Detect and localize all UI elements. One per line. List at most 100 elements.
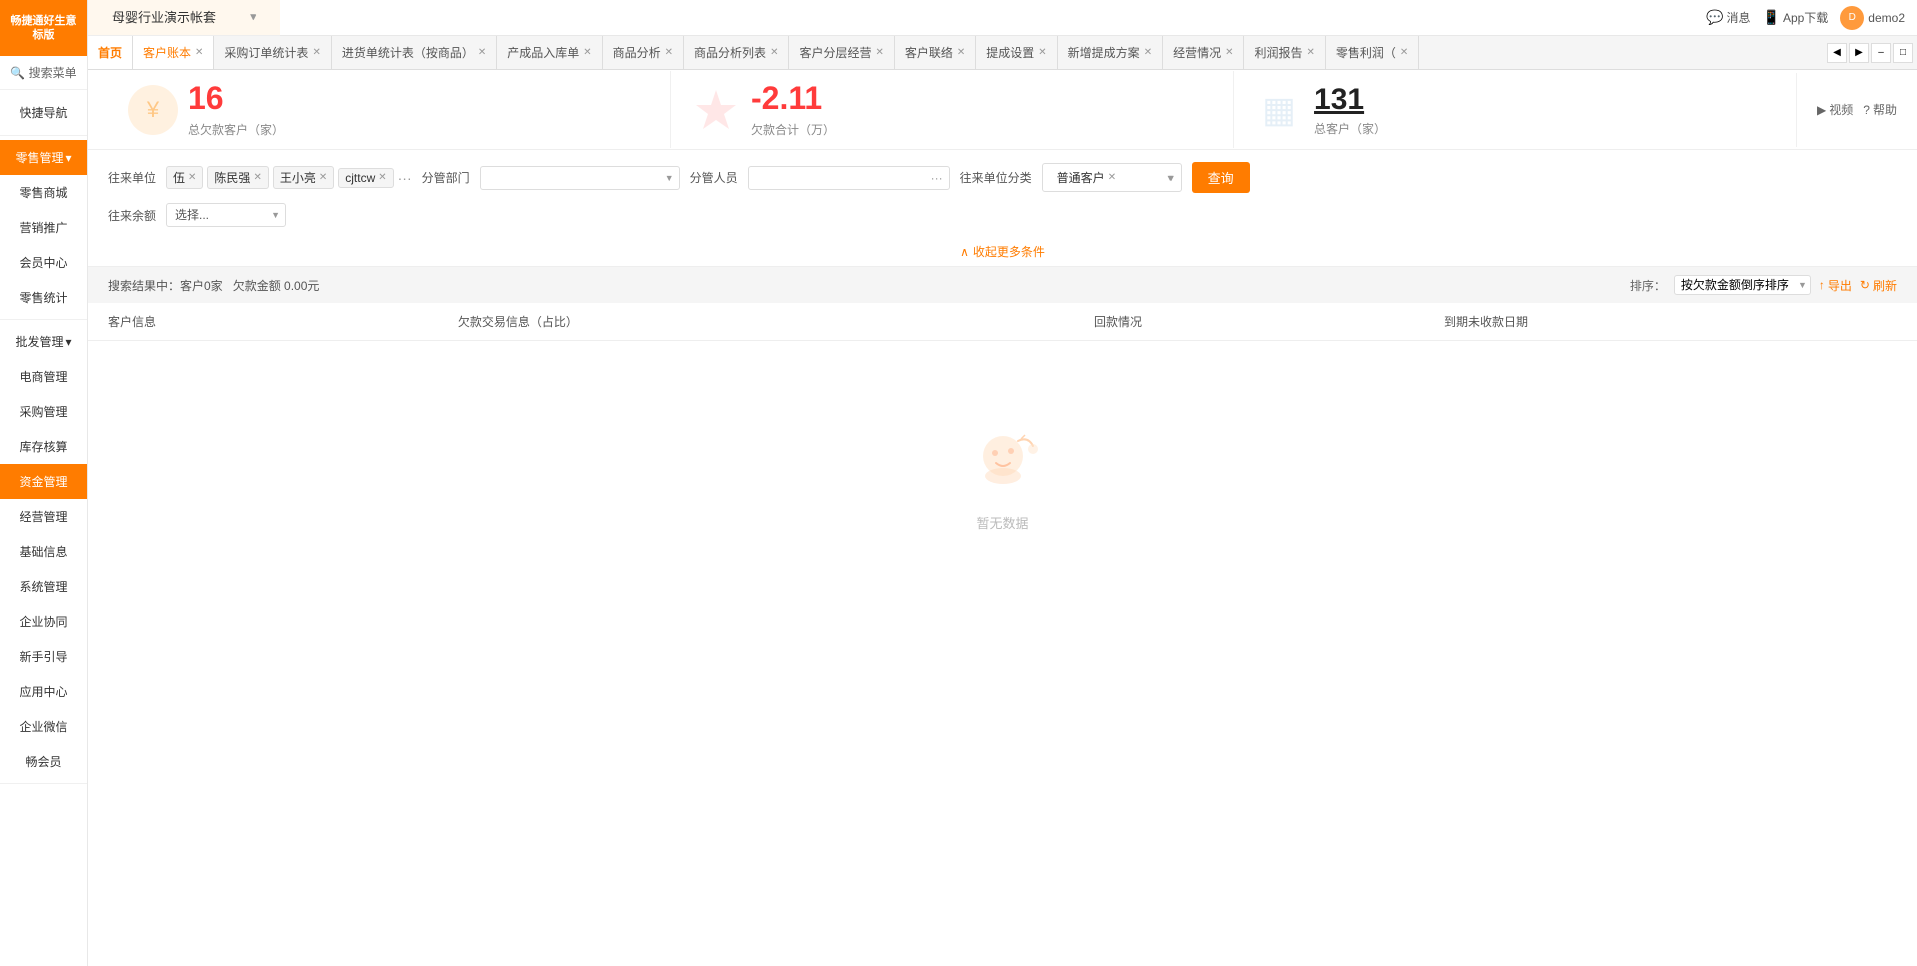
tab-label: 经营情况: [1173, 44, 1221, 61]
user-menu[interactable]: D demo2: [1840, 6, 1905, 30]
tab-close-icon[interactable]: ✕: [770, 47, 778, 58]
question-icon: ?: [1863, 103, 1870, 117]
sidebar-item-purchase[interactable]: 采购管理: [0, 394, 87, 429]
sidebar-item-retail-management[interactable]: 零售管理 ▾: [0, 140, 87, 175]
table-header: 客户信息 欠款交易信息（占比） 回款情况 到期未收款日期: [88, 303, 1917, 341]
filter-tag-close-icon[interactable]: ✕: [319, 172, 327, 183]
unit-category-select[interactable]: 普通客户 ✕ ▼: [1042, 163, 1182, 192]
sidebar-item-enterprise-wechat[interactable]: 企业微信: [0, 709, 87, 744]
message-btn[interactable]: 💬 消息: [1706, 9, 1750, 26]
sidebar-wholesale-section: 批发管理 ▾ 电商管理 采购管理 库存核算 资金管理 经营管理 基础信息 系统管…: [0, 320, 87, 784]
tag-close-icon[interactable]: ✕: [1108, 172, 1116, 183]
stat-bg-icon3: ▦: [1254, 85, 1304, 135]
tab-product-inbound[interactable]: 产成品入库单 ✕: [497, 36, 602, 70]
tab-product-analysis-list[interactable]: 商品分析列表 ✕: [684, 36, 789, 70]
sort-select[interactable]: 按欠款金额倒序排序: [1674, 275, 1811, 295]
sidebar-item-new-guide[interactable]: 新手引导: [0, 639, 87, 674]
tab-close-icon[interactable]: ✕: [478, 47, 486, 58]
tab-close-icon[interactable]: ✕: [583, 47, 591, 58]
video-btn[interactable]: ▶ 视频: [1817, 101, 1853, 118]
tab-profit-report[interactable]: 利润报告 ✕: [1244, 36, 1325, 70]
stat-value-overdue-amount: -2.11: [751, 81, 835, 116]
sidebar-item-ecommerce[interactable]: 电商管理: [0, 359, 87, 394]
tab-home[interactable]: 首页: [88, 36, 133, 70]
sidebar-item-inventory[interactable]: 库存核算: [0, 429, 87, 464]
tab-close-icon[interactable]: ✕: [957, 47, 965, 58]
sidebar-item-label: 电商管理: [19, 370, 67, 384]
filter-area: 往来单位 伍 ✕ 陈民强 ✕ 王小亮 ✕ cjttcw: [88, 150, 1917, 267]
query-button[interactable]: 查询: [1192, 162, 1250, 193]
tab-promotion-settings[interactable]: 提成设置 ✕: [976, 36, 1057, 70]
filter-tag-text: 伍: [173, 169, 185, 186]
stat-content2: -2.11 欠款合计（万）: [751, 81, 835, 137]
balance-select-wrap: 选择...: [166, 203, 286, 227]
tab-purchase-order[interactable]: 采购订单统计表 ✕: [214, 36, 331, 70]
sidebar-item-label: 畅会员: [25, 755, 61, 769]
filter-tag-text: 陈民强: [214, 169, 250, 186]
sidebar-item-member-vip[interactable]: 畅会员: [0, 744, 87, 779]
sidebar-item-marketing[interactable]: 营销推广: [0, 210, 87, 245]
tab-product-analysis[interactable]: 商品分析 ✕: [603, 36, 684, 70]
col-due-date: 到期未收款日期: [1424, 303, 1917, 341]
overdue-amount-label: 欠款金额 0.00元: [233, 277, 320, 294]
sidebar-item-label: 企业微信: [19, 720, 67, 734]
person-input-more-icon[interactable]: ···: [931, 171, 943, 185]
sidebar-item-app-center[interactable]: 应用中心: [0, 674, 87, 709]
tab-retail-profit[interactable]: 零售利润（ ✕: [1326, 36, 1419, 70]
person-filter-label: 分管人员: [690, 169, 738, 186]
tab-new-promotion[interactable]: 新增提成方案 ✕: [1058, 36, 1163, 70]
filter-more-tags[interactable]: ···: [398, 170, 412, 186]
balance-select[interactable]: 选择...: [166, 203, 286, 227]
tab-scroll-right[interactable]: ▶: [1849, 43, 1869, 63]
sidebar: 畅捷通好生意 标版 🔍 搜索菜单 快捷导航 零售管理 ▾ 零售商城 营销推广 会…: [0, 0, 88, 966]
help-btn[interactable]: ? 帮助: [1863, 101, 1897, 118]
sidebar-item-system[interactable]: 系统管理: [0, 569, 87, 604]
sidebar-item-member-center[interactable]: 会员中心: [0, 245, 87, 280]
tab-expand[interactable]: □: [1893, 43, 1913, 63]
account-dropdown: 母婴行业演示帐套 ▼: [88, 0, 280, 36]
sidebar-item-enterprise-coop[interactable]: 企业协同: [0, 604, 87, 639]
sidebar-item-basic-info[interactable]: 基础信息: [0, 534, 87, 569]
sidebar-item-operations[interactable]: 经营管理: [0, 499, 87, 534]
tab-customer-contact[interactable]: 客户联络 ✕: [895, 36, 976, 70]
stat-label-overdue-amount: 欠款合计（万）: [751, 121, 835, 138]
tab-operations[interactable]: 经营情况 ✕: [1163, 36, 1244, 70]
tab-close-icon[interactable]: ✕: [665, 47, 673, 58]
dept-select-wrap: [480, 166, 680, 190]
app-download-btn[interactable]: 📱 App下载: [1763, 9, 1829, 26]
sidebar-item-wholesale[interactable]: 批发管理 ▾: [0, 324, 87, 359]
video-label: 视频: [1829, 101, 1853, 118]
tab-label: 零售利润（: [1336, 44, 1396, 61]
tab-close-icon[interactable]: ✕: [1307, 47, 1315, 58]
tab-close-icon[interactable]: ✕: [875, 47, 883, 58]
stat-label-overdue-customers: 总欠款客户（家）: [188, 121, 284, 138]
tab-close-icon[interactable]: ✕: [1038, 47, 1046, 58]
sidebar-search-menu[interactable]: 🔍 搜索菜单: [0, 56, 87, 90]
filter-tag-close-icon[interactable]: ✕: [378, 172, 386, 183]
tab-collapse[interactable]: –: [1871, 43, 1891, 63]
filter-tag-close-icon[interactable]: ✕: [253, 172, 261, 183]
sidebar-item-capital[interactable]: 资金管理: [0, 464, 87, 499]
refresh-btn[interactable]: ↻ 刷新: [1860, 277, 1897, 294]
table-info-left: 搜索结果中：客户0家 欠款金额 0.00元: [108, 277, 319, 294]
account-select[interactable]: 母婴行业演示帐套: [104, 7, 264, 28]
tab-close-icon[interactable]: ✕: [1400, 47, 1408, 58]
tab-close-icon[interactable]: ✕: [1144, 47, 1152, 58]
tab-close-icon[interactable]: ✕: [195, 47, 203, 58]
stat-overdue-amount: -2.11 欠款合计（万）: [671, 71, 1234, 147]
collapse-row[interactable]: ∧ 收起更多条件: [108, 237, 1897, 266]
dept-select[interactable]: [480, 166, 680, 190]
tab-close-icon[interactable]: ✕: [1225, 47, 1233, 58]
tab-customer-segment[interactable]: 客户分层经营 ✕: [789, 36, 894, 70]
tab-scroll-left[interactable]: ◀: [1827, 43, 1847, 63]
sidebar-item-label: 资金管理: [19, 475, 67, 489]
sidebar-item-retail-stats[interactable]: 零售统计: [0, 280, 87, 315]
filter-tag-close-icon[interactable]: ✕: [188, 172, 196, 183]
sidebar-item-retail-mall[interactable]: 零售商城: [0, 175, 87, 210]
person-input[interactable]: [749, 167, 949, 189]
tab-inbound-stats[interactable]: 进货单统计表（按商品） ✕: [332, 36, 497, 70]
export-btn[interactable]: ↑ 导出: [1819, 277, 1852, 294]
tab-close-icon[interactable]: ✕: [312, 47, 320, 58]
sidebar-item-quick-nav[interactable]: 快捷导航: [0, 96, 87, 129]
tab-customer-book[interactable]: 客户账本 ✕: [133, 36, 214, 70]
